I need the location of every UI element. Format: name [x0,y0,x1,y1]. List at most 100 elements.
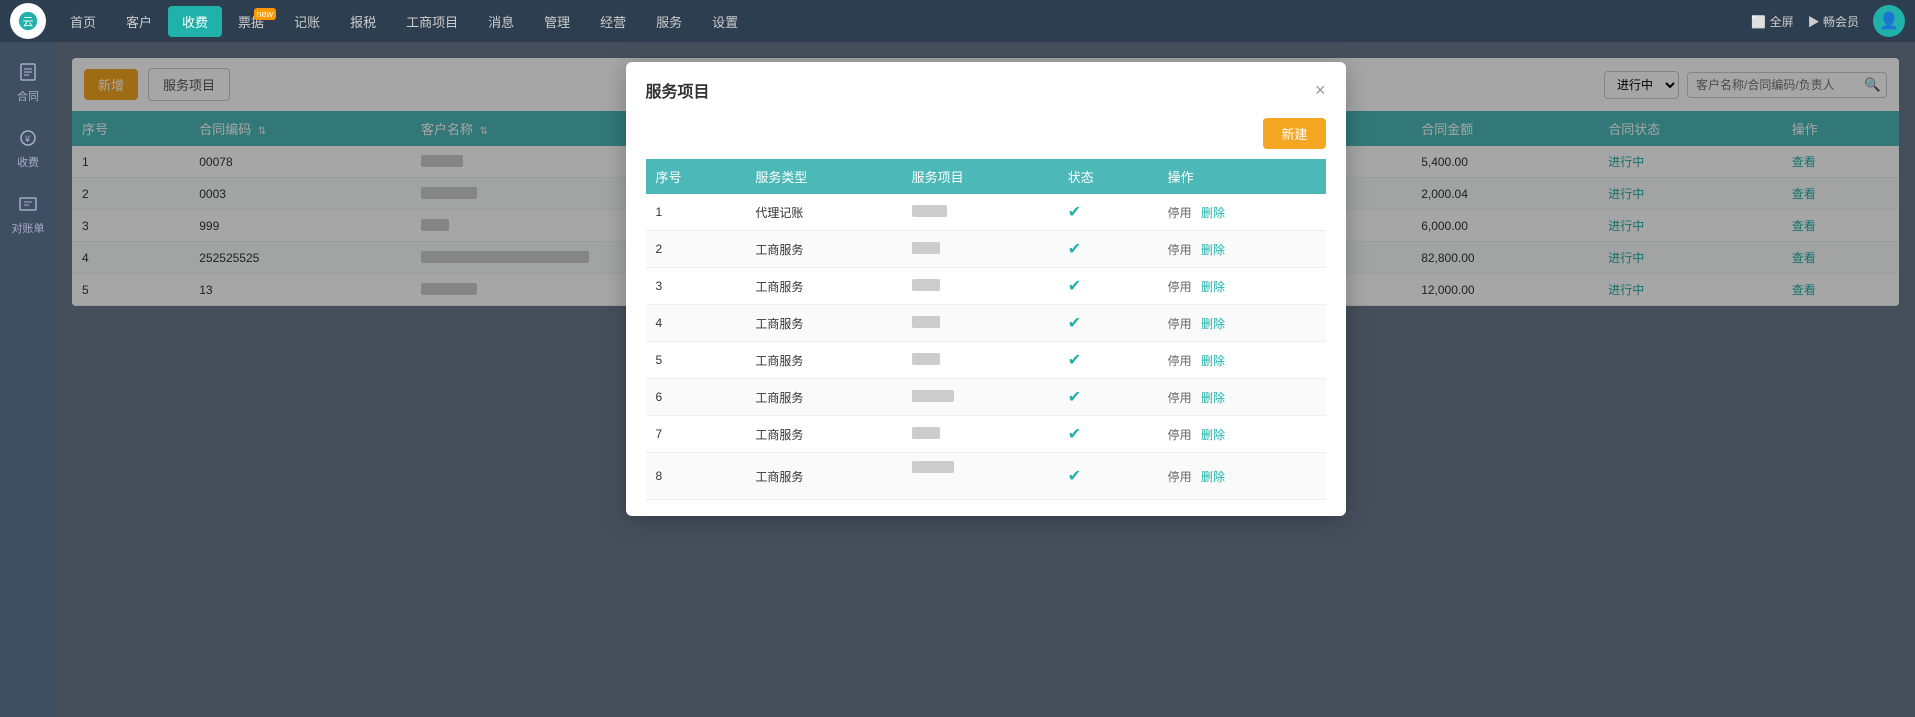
delete-button[interactable]: 删除 [1201,470,1225,484]
modal-cell-seq: 7 [646,416,746,453]
delete-button[interactable]: 删除 [1201,317,1225,331]
modal-cell-type: 工商服务 [745,379,901,416]
modal-table-row: 4 工商服务 ████ ✔ 停用 删除 [646,305,1326,342]
nav-messages[interactable]: 消息 [474,6,528,37]
modal-cell-action: 停用 删除 [1158,194,1326,231]
stop-button[interactable]: 停用 [1168,428,1192,442]
modal-cell-seq: 2 [646,231,746,268]
modal-cell-seq: 8 [646,453,746,500]
new-badge: new [254,8,277,20]
fullscreen-btn[interactable]: ⬜ 全屏 [1751,13,1793,30]
delete-button[interactable]: 删除 [1201,243,1225,257]
svg-text:¥: ¥ [24,134,31,144]
nav-service[interactable]: 服务 [642,6,696,37]
svg-text:云: 云 [23,17,34,29]
modal-cell-action: 停用 删除 [1158,342,1326,379]
modal-cell-type: 工商服务 [745,231,901,268]
modal-cell-status: ✔ [1058,194,1158,231]
service-modal: 服务项目 × 新建 序号 服务类型 服务项目 状态 [626,62,1346,516]
logo[interactable]: 云 [10,3,46,39]
stop-button[interactable]: 停用 [1168,470,1192,484]
nav-tax[interactable]: 报税 [336,6,390,37]
modal-cell-status: ✔ [1058,268,1158,305]
modal-cell-project: ████ [902,416,1058,453]
modal-col-type: 服务类型 [745,159,901,194]
nav-business[interactable]: 经营 [586,6,640,37]
member-btn[interactable]: ▶ 畅会员 [1808,13,1859,30]
modal-cell-seq: 1 [646,194,746,231]
content-area: 新增 服务项目 进行中 已结束 全部 🔍 [56,42,1915,717]
modal-cell-action: 停用 删除 [1158,268,1326,305]
modal-title: 服务项目 [646,78,710,102]
stop-button[interactable]: 停用 [1168,317,1192,331]
modal-cell-type: 工商服务 [745,268,901,305]
modal-cell-seq: 5 [646,342,746,379]
stop-button[interactable]: 停用 [1168,243,1192,257]
delete-button[interactable]: 删除 [1201,206,1225,220]
delete-button[interactable]: 删除 [1201,280,1225,294]
modal-col-seq: 序号 [646,159,746,194]
stop-button[interactable]: 停用 [1168,206,1192,220]
modal-cell-project: ████ [902,268,1058,305]
sidebar: 合同 ¥ 收费 对账单 [0,42,56,717]
modal-header: 服务项目 × [626,62,1346,112]
statement-icon [16,192,40,216]
nav-bizproject[interactable]: 工商项目 [392,6,472,37]
modal-cell-action: 停用 删除 [1158,416,1326,453]
modal-cell-type: 代理记账 [745,194,901,231]
modal-cell-seq: 3 [646,268,746,305]
nav-right: ⬜ 全屏 ▶ 畅会员 👤 [1751,5,1905,37]
sidebar-item-statement[interactable]: 对账单 [0,182,56,246]
modal-cell-type: 工商服务 [745,453,901,500]
delete-button[interactable]: 删除 [1201,428,1225,442]
modal-new-button[interactable]: 新建 [1263,118,1325,149]
sidebar-label-contract: 合同 [17,88,39,104]
delete-button[interactable]: 删除 [1201,354,1225,368]
modal-cell-type: 工商服务 [745,342,901,379]
modal-cell-project: ████注册 [902,453,1058,500]
modal-table-row: 7 工商服务 ████ ✔ 停用 删除 [646,416,1326,453]
fee-icon: ¥ [16,126,40,150]
modal-col-status: 状态 [1058,159,1158,194]
main-layout: 合同 ¥ 收费 对账单 [0,42,1915,717]
modal-cell-seq: 6 [646,379,746,416]
nav-bills[interactable]: 票据 new [224,6,278,37]
avatar[interactable]: 👤 [1873,5,1905,37]
modal-cell-project: ████ [902,305,1058,342]
modal-table-row: 3 工商服务 ████ ✔ 停用 删除 [646,268,1326,305]
stop-button[interactable]: 停用 [1168,280,1192,294]
nav-management[interactable]: 管理 [530,6,584,37]
modal-toolbar: 新建 [626,112,1346,159]
nav-accounting[interactable]: 记账 [280,6,334,37]
modal-cell-status: ✔ [1058,342,1158,379]
top-nav: 云 首页 客户 收费 票据 new 记账 报税 工商项目 消息 管理 经营 服务… [0,0,1915,42]
sidebar-item-contract[interactable]: 合同 [0,50,56,114]
sidebar-label-statement: 对账单 [12,220,45,236]
sidebar-label-fee: 收费 [17,154,39,170]
modal-col-project: 服务项目 [902,159,1058,194]
stop-button[interactable]: 停用 [1168,354,1192,368]
modal-cell-project: ████1 [902,194,1058,231]
modal-cell-project: ██████ [902,379,1058,416]
nav-fees[interactable]: 收费 [168,6,222,37]
modal-table-wrap[interactable]: 序号 服务类型 服务项目 状态 操作 1 代理记账 ████1 ✔ 停用 删除 [626,159,1346,516]
modal-cell-status: ✔ [1058,379,1158,416]
modal-close-button[interactable]: × [1315,80,1326,101]
modal-cell-action: 停用 删除 [1158,305,1326,342]
modal-table-row: 8 工商服务 ████注册 ✔ 停用 删除 [646,453,1326,500]
modal-cell-type: 工商服务 [745,416,901,453]
stop-button[interactable]: 停用 [1168,391,1192,405]
modal-overlay[interactable]: 服务项目 × 新建 序号 服务类型 服务项目 状态 [56,42,1915,717]
nav-items: 首页 客户 收费 票据 new 记账 报税 工商项目 消息 管理 经营 服务 设… [56,6,1751,37]
nav-customers[interactable]: 客户 [112,6,166,37]
nav-settings[interactable]: 设置 [698,6,752,37]
sidebar-item-fee[interactable]: ¥ 收费 [0,116,56,180]
modal-cell-status: ✔ [1058,416,1158,453]
modal-table-row: 6 工商服务 ██████ ✔ 停用 删除 [646,379,1326,416]
modal-cell-status: ✔ [1058,231,1158,268]
nav-home[interactable]: 首页 [56,6,110,37]
contract-icon [16,60,40,84]
delete-button[interactable]: 删除 [1201,391,1225,405]
modal-cell-action: 停用 删除 [1158,379,1326,416]
modal-col-action: 操作 [1158,159,1326,194]
